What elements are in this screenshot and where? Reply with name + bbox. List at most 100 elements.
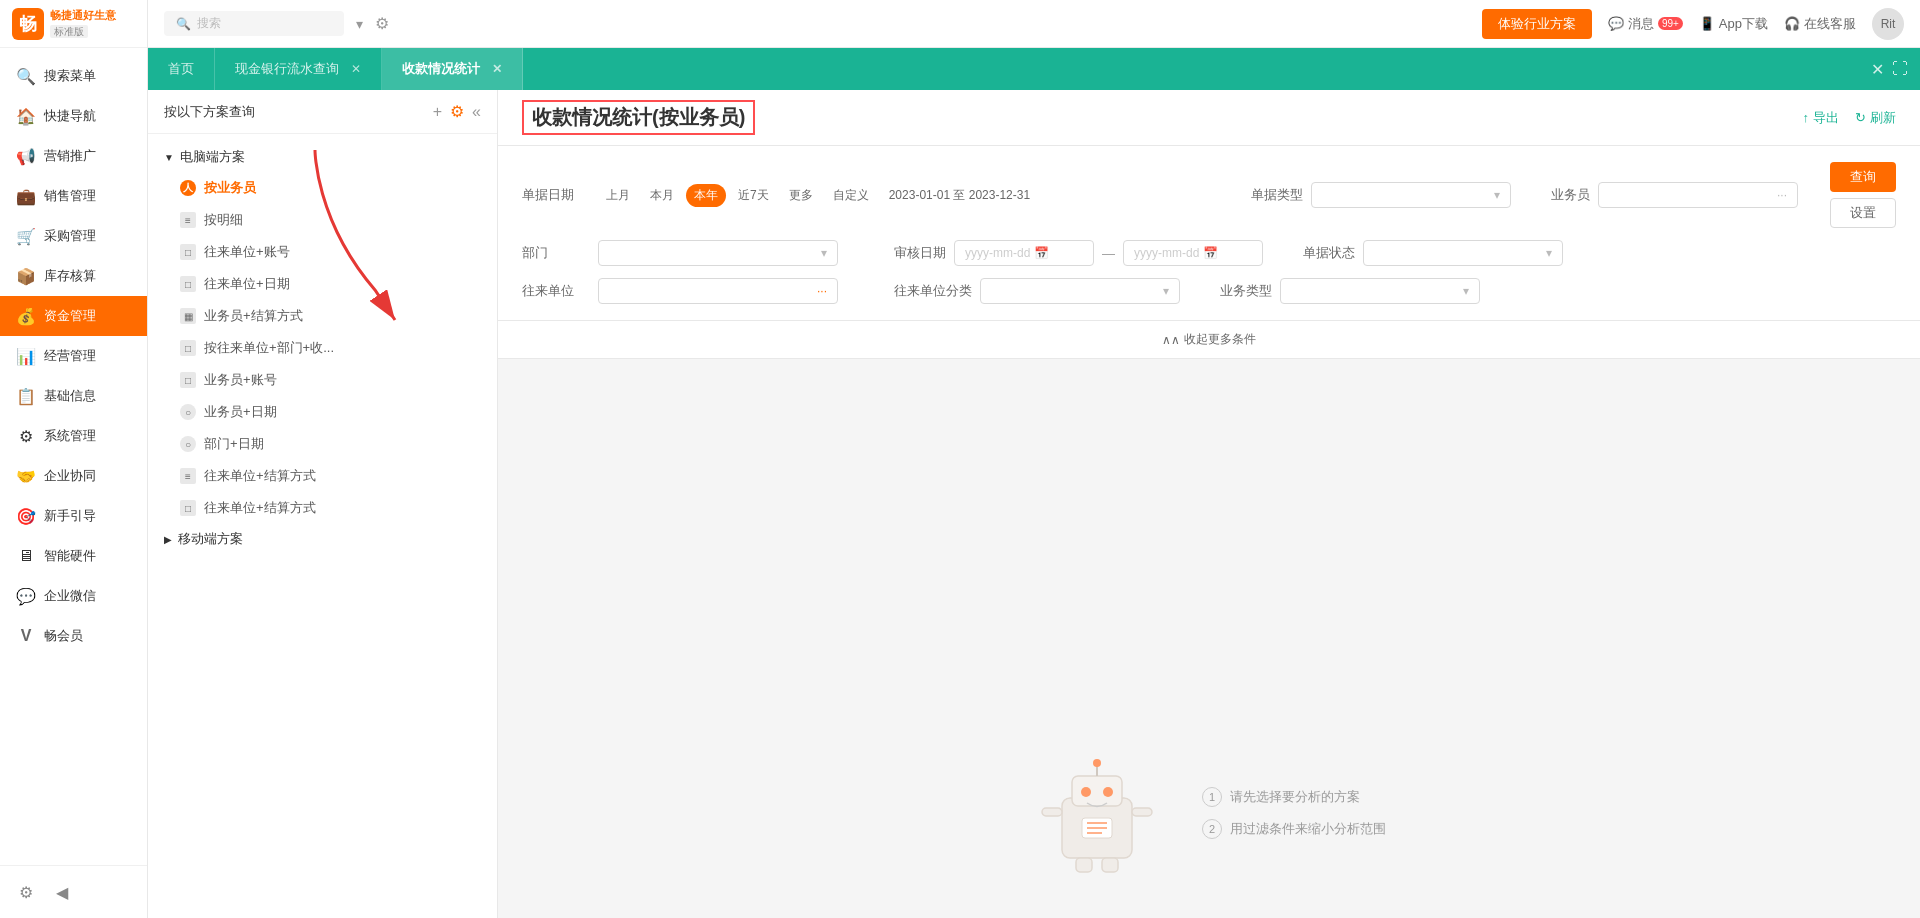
tree-item-by-salesman[interactable]: 人 按业务员: [148, 172, 497, 204]
partner-category-select[interactable]: ▾: [980, 278, 1180, 304]
filter-area: 单据日期 上月 本月 本年 近7天 更多 自定义 2023-01-01 至 20…: [498, 146, 1920, 321]
voucher-type-select[interactable]: ▾: [1311, 182, 1511, 208]
query-button[interactable]: 查询: [1830, 162, 1896, 192]
sidebar-item-inventory[interactable]: 📦 库存核算: [0, 256, 147, 296]
tree-group-mobile-header[interactable]: ▶ 移动端方案: [148, 524, 497, 554]
header-dropdown-icon[interactable]: ▾: [356, 16, 363, 32]
partner-select[interactable]: ···: [598, 278, 838, 304]
online-service-button[interactable]: 🎧 在线客服: [1784, 15, 1856, 33]
date-tab-7days[interactable]: 近7天: [730, 184, 777, 207]
refresh-label: 刷新: [1870, 109, 1896, 127]
tree-item-by-detail[interactable]: ≡ 按明细: [148, 204, 497, 236]
tab-maximize-icon[interactable]: ⛶: [1892, 60, 1908, 78]
date-tabs: 上月 本月 本年 近7天 更多 自定义: [598, 184, 877, 207]
date-filter-control: 上月 本月 本年 近7天 更多 自定义 2023-01-01 至 2023-12…: [598, 184, 1195, 207]
collapse-panel-icon[interactable]: «: [472, 103, 481, 121]
tab-bank-flow[interactable]: 现金银行流水查询 ✕: [215, 48, 382, 90]
review-date-start[interactable]: yyyy-mm-dd 📅: [954, 240, 1094, 266]
main-area: 🔍 搜索 ▾ ⚙ 体验行业方案 💬 消息 99+ 📱 App下载 🎧 在线客服 …: [148, 0, 1920, 918]
svg-rect-6: [1042, 808, 1062, 816]
tab-home[interactable]: 首页: [148, 48, 215, 90]
salesman-settlement-label: 业务员+结算方式: [204, 307, 303, 325]
pc-group-arrow: ▼: [164, 152, 174, 163]
hint-num-1: 1: [1202, 787, 1222, 807]
sidebar-item-hardware[interactable]: 🖥 智能硬件: [0, 536, 147, 576]
dept-select[interactable]: ▾: [598, 240, 838, 266]
tab-collection-stats-close[interactable]: ✕: [492, 62, 502, 76]
search-icon: 🔍: [176, 17, 191, 31]
tree-item-partner-account[interactable]: □ 往来单位+账号: [148, 236, 497, 268]
tree-item-salesman-date[interactable]: ○ 业务员+日期: [148, 396, 497, 428]
sidebar-item-search-menu[interactable]: 🔍 搜索菜单: [0, 56, 147, 96]
partner-account-icon: □: [180, 244, 196, 260]
hint-num-2: 2: [1202, 819, 1222, 839]
date-tab-this-month[interactable]: 本月: [642, 184, 682, 207]
sidebar-item-marketing[interactable]: 📢 营销推广: [0, 136, 147, 176]
salesman-more-icon[interactable]: ···: [1777, 188, 1787, 202]
business-type-arrow: ▾: [1463, 284, 1469, 298]
business-type-select[interactable]: ▾: [1280, 278, 1480, 304]
sidebar-logo: 畅 畅捷通好生意 标准版: [0, 0, 147, 48]
sidebar-item-enterprise[interactable]: 🤝 企业协同: [0, 456, 147, 496]
tree-item-salesman-account[interactable]: □ 业务员+账号: [148, 364, 497, 396]
header-search[interactable]: 🔍 搜索: [164, 11, 344, 36]
sidebar-settings-icon[interactable]: ⚙: [12, 878, 40, 906]
tree-item-partner-dept-collect[interactable]: □ 按往来单位+部门+收...: [148, 332, 497, 364]
sidebar-item-base-info[interactable]: 📋 基础信息: [0, 376, 147, 416]
message-button[interactable]: 💬 消息 99+: [1608, 15, 1683, 33]
sidebar-collapse-icon[interactable]: ◀: [48, 878, 76, 906]
tree-item-partner-date[interactable]: □ 往来单位+日期: [148, 268, 497, 300]
partner-more-btn[interactable]: ···: [817, 284, 827, 298]
tree-item-salesman-settlement[interactable]: ▦ 业务员+结算方式: [148, 300, 497, 332]
action-buttons: 查询 设置: [1830, 162, 1896, 228]
page-content: 按以下方案查询 + ⚙ « ▼ 电脑端方案 人 按业务员: [148, 90, 1920, 918]
date-tab-this-year[interactable]: 本年: [686, 184, 726, 207]
sidebar-item-sys-mgmt[interactable]: ⚙ 系统管理: [0, 416, 147, 456]
sidebar-item-guide[interactable]: 🎯 新手引导: [0, 496, 147, 536]
app-download-icon: 📱: [1699, 16, 1715, 31]
date-tab-more[interactable]: 更多: [781, 184, 821, 207]
sidebar-item-purchase[interactable]: 🛒 采购管理: [0, 216, 147, 256]
refresh-button[interactable]: ↻ 刷新: [1855, 109, 1896, 127]
collapse-button[interactable]: ∧∧ 收起更多条件: [1162, 331, 1256, 348]
tree-item-partner-settlement1[interactable]: ≡ 往来单位+结算方式: [148, 460, 497, 492]
header-gear-icon[interactable]: ⚙: [375, 14, 389, 33]
tree-item-dept-date[interactable]: ○ 部门+日期: [148, 428, 497, 460]
trial-button[interactable]: 体验行业方案: [1482, 9, 1592, 39]
user-avatar[interactable]: Rit: [1872, 8, 1904, 40]
tab-collection-stats[interactable]: 收款情况统计 ✕: [382, 48, 523, 90]
date-tab-last-month[interactable]: 上月: [598, 184, 638, 207]
dept-label: 部门: [522, 244, 582, 262]
review-date-end[interactable]: yyyy-mm-dd 📅: [1123, 240, 1263, 266]
app-download-button[interactable]: 📱 App下载: [1699, 15, 1768, 33]
date-tab-custom[interactable]: 自定义: [825, 184, 877, 207]
settings-button[interactable]: 设置: [1830, 198, 1896, 228]
sidebar-item-member[interactable]: V 畅会员: [0, 616, 147, 656]
salesman-select[interactable]: ···: [1598, 182, 1798, 208]
tab-close-window-icon[interactable]: ✕: [1871, 60, 1884, 79]
search-placeholder: 搜索: [197, 15, 221, 32]
sidebar-item-operation[interactable]: 📊 经营管理: [0, 336, 147, 376]
by-salesman-icon: 人: [180, 180, 196, 196]
sys-mgmt-icon: ⚙: [16, 426, 36, 446]
voucher-status-select[interactable]: ▾: [1363, 240, 1563, 266]
export-button[interactable]: ↑ 导出: [1803, 109, 1840, 127]
tab-bank-flow-close[interactable]: ✕: [351, 62, 361, 76]
scheme-settings-icon[interactable]: ⚙: [450, 102, 464, 121]
business-type-label: 业务类型: [1220, 282, 1272, 300]
tree-item-partner-settlement2[interactable]: □ 往来单位+结算方式: [148, 492, 497, 524]
add-scheme-icon[interactable]: +: [433, 103, 442, 121]
sidebar-item-wechat[interactable]: 💬 企业微信: [0, 576, 147, 616]
left-panel-header: 按以下方案查询 + ⚙ «: [148, 90, 497, 134]
partner-category-filter: 往来单位分类 ▾: [894, 278, 1180, 304]
calendar-icon-end[interactable]: 📅: [1203, 246, 1218, 260]
partner-date-label: 往来单位+日期: [204, 275, 290, 293]
sidebar-item-fund[interactable]: 💰 资金管理: [0, 296, 147, 336]
calendar-icon-start[interactable]: 📅: [1034, 246, 1049, 260]
tree-group-pc-header[interactable]: ▼ 电脑端方案: [148, 142, 497, 172]
mobile-group-label: 移动端方案: [178, 530, 243, 548]
sidebar-item-sales[interactable]: 💼 销售管理: [0, 176, 147, 216]
sidebar-label-quick-nav: 快捷导航: [44, 107, 96, 125]
sidebar-item-quick-nav[interactable]: 🏠 快捷导航: [0, 96, 147, 136]
tree-group-mobile: ▶ 移动端方案: [148, 524, 497, 554]
